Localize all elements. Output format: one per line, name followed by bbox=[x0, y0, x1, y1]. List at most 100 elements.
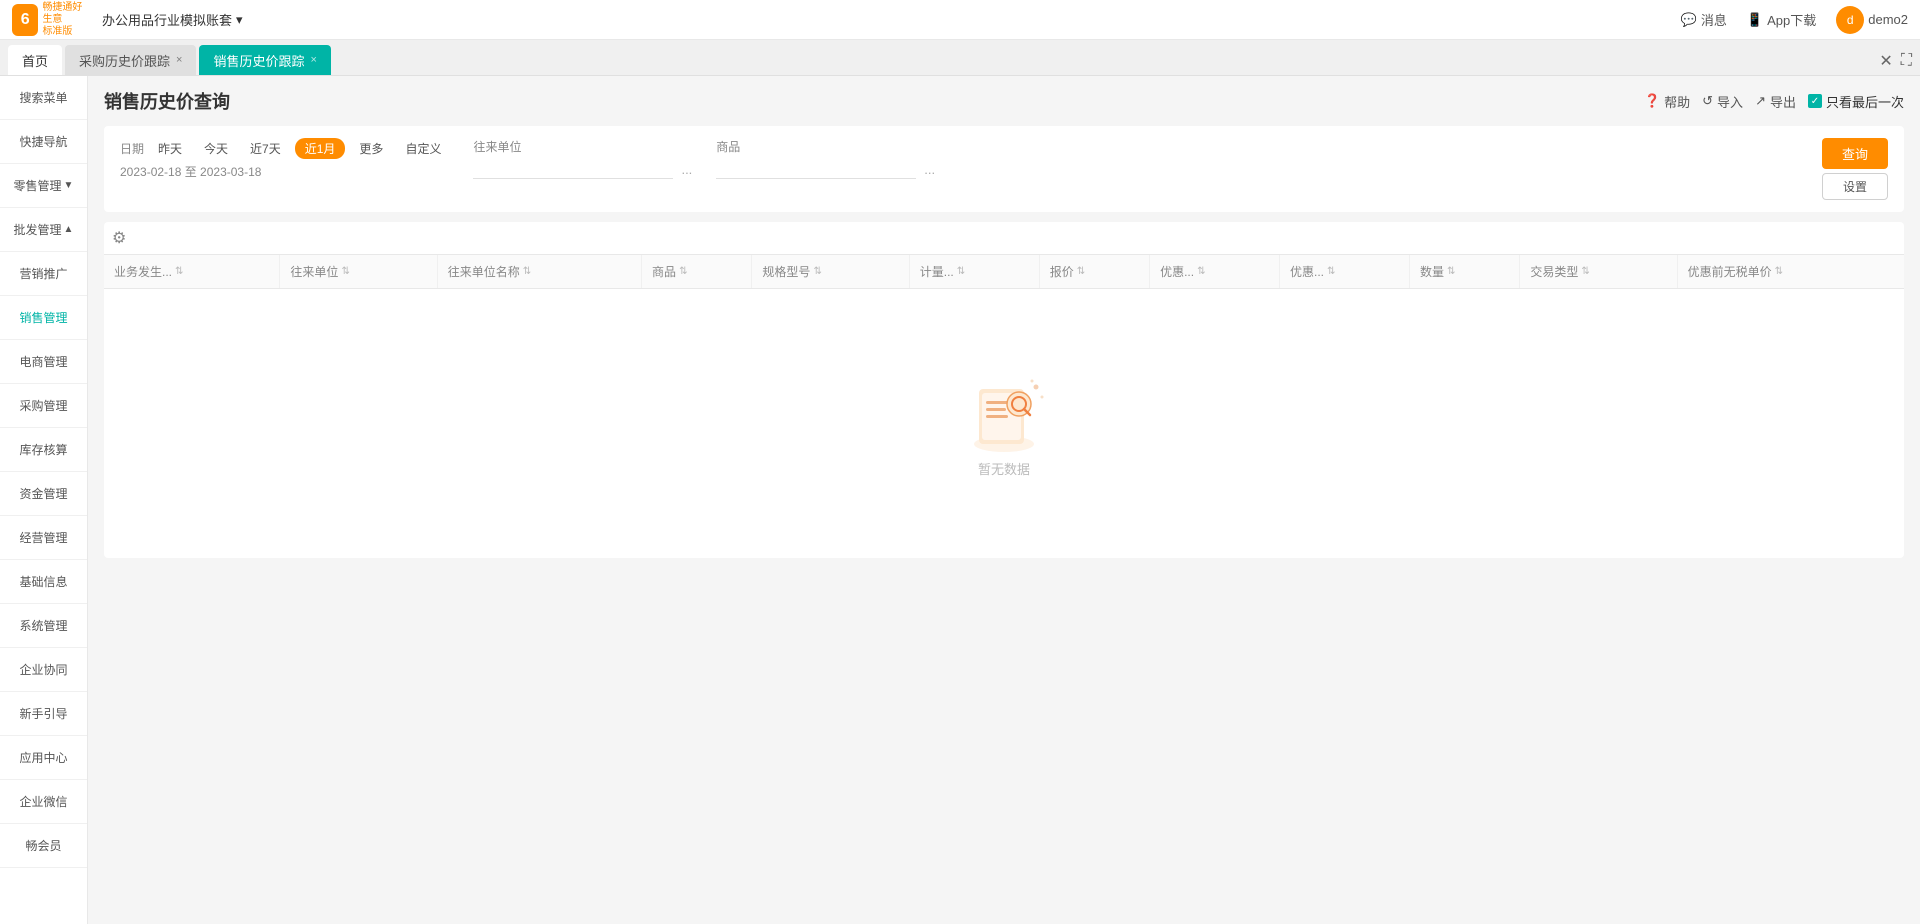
sort-icon: ⇅ bbox=[1775, 266, 1783, 277]
th-partner-name[interactable]: 往来单位名称 ⇅ bbox=[437, 255, 641, 289]
th-pretax-price[interactable]: 优惠前无税单价 ⇅ bbox=[1677, 255, 1904, 289]
sort-icon: ⇅ bbox=[813, 266, 821, 277]
sidebar-item-wholesale-mgmt[interactable]: 批发管理 ▲ bbox=[0, 208, 87, 252]
date-btn-custom[interactable]: 自定义 bbox=[397, 138, 449, 159]
sort-icon: ⇅ bbox=[1581, 266, 1589, 277]
sort-icon: ⇅ bbox=[175, 266, 183, 277]
date-filter-label: 日期 bbox=[120, 140, 144, 157]
date-filter-group: 日期 昨天 今天 近7天 近1月 更多 自定义 2023-02-18 至 202… bbox=[120, 138, 449, 180]
account-dropdown[interactable]: 办公用品行业模拟账套 ▾ bbox=[92, 10, 1681, 29]
tab-sales-history-close[interactable]: × bbox=[310, 54, 316, 66]
sidebar-item-vip[interactable]: 畅会员 bbox=[0, 824, 87, 868]
th-discount2[interactable]: 优惠... ⇅ bbox=[1280, 255, 1410, 289]
sidebar: 搜索菜单 快捷导航 零售管理 ▼ 批发管理 ▲ 营销推广 销售管理 电商管理 采 bbox=[0, 76, 88, 924]
sidebar-item-enterprise[interactable]: 企业协同 bbox=[0, 648, 87, 692]
sidebar-item-search-menu[interactable]: 搜索菜单 bbox=[0, 76, 87, 120]
page-header: 销售历史价查询 ❓ 帮助 ↺ 导入 ↗ 导出 ✓ bbox=[104, 88, 1904, 114]
dropdown-selector[interactable]: 办公用品行业模拟账套 ▾ bbox=[102, 10, 247, 29]
tab-bar: 首页 采购历史价跟踪 × 销售历史价跟踪 × ✕ ⛶ bbox=[0, 40, 1920, 76]
th-biz-date[interactable]: 业务发生... ⇅ bbox=[104, 255, 280, 289]
product-filter-group: 商品 ... bbox=[716, 138, 935, 179]
sort-icon: ⇅ bbox=[1077, 266, 1085, 277]
date-btn-last7days[interactable]: 近7天 bbox=[242, 138, 289, 159]
sidebar-item-finance[interactable]: 资金管理 bbox=[0, 472, 87, 516]
only-latest-checkbox[interactable]: ✓ 只看最后一次 bbox=[1808, 92, 1904, 111]
th-spec[interactable]: 规格型号 ⇅ bbox=[752, 255, 909, 289]
sidebar-item-purchase-mgmt[interactable]: 采购管理 bbox=[0, 384, 87, 428]
chevron-down-icon: ▾ bbox=[236, 12, 243, 28]
table-header-row: 业务发生... ⇅ 往来单位 ⇅ bbox=[104, 255, 1904, 289]
filter-actions: 查询 设置 bbox=[1822, 138, 1888, 200]
fullscreen-icon[interactable]: ⛶ bbox=[1901, 52, 1912, 70]
product-input-group: ... bbox=[716, 159, 935, 179]
sidebar-item-enterprise-wechat[interactable]: 企业微信 bbox=[0, 780, 87, 824]
tab-home[interactable]: 首页 bbox=[8, 45, 62, 75]
sidebar-item-retail-mgmt[interactable]: 零售管理 ▼ bbox=[0, 164, 87, 208]
query-button[interactable]: 查询 bbox=[1822, 138, 1888, 169]
date-btn-today[interactable]: 今天 bbox=[196, 138, 236, 159]
sort-icon: ⇅ bbox=[1197, 266, 1205, 277]
help-button[interactable]: ❓ 帮助 bbox=[1644, 92, 1690, 111]
th-trade-type[interactable]: 交易类型 ⇅ bbox=[1520, 255, 1677, 289]
tab-purchase-history[interactable]: 采购历史价跟踪 × bbox=[65, 45, 196, 75]
sidebar-item-quick-nav[interactable]: 快捷导航 bbox=[0, 120, 87, 164]
import-button[interactable]: ↺ 导入 bbox=[1702, 92, 1743, 111]
user-profile-button[interactable]: d demo2 bbox=[1836, 6, 1908, 34]
page-actions: ❓ 帮助 ↺ 导入 ↗ 导出 ✓ 只看最后一次 bbox=[1644, 92, 1904, 111]
tab-bar-controls: ✕ ⛶ bbox=[1879, 51, 1912, 75]
product-dots[interactable]: ... bbox=[924, 162, 935, 177]
th-qty[interactable]: 数量 ⇅ bbox=[1409, 255, 1519, 289]
export-button[interactable]: ↗ 导出 bbox=[1755, 92, 1796, 111]
import-icon: ↺ bbox=[1702, 93, 1713, 109]
sidebar-item-sales-mgmt[interactable]: 销售管理 bbox=[0, 296, 87, 340]
table-toolbar: ⚙ bbox=[104, 222, 1904, 255]
sidebar-item-basic-info[interactable]: 基础信息 bbox=[0, 560, 87, 604]
close-window-icon[interactable]: ✕ bbox=[1879, 51, 1892, 71]
product-filter-label: 商品 bbox=[716, 138, 935, 155]
data-table: 业务发生... ⇅ 往来单位 ⇅ bbox=[104, 255, 1904, 558]
sort-icon: ⇅ bbox=[341, 266, 349, 277]
tab-sales-history[interactable]: 销售历史价跟踪 × bbox=[199, 45, 330, 75]
empty-illustration bbox=[954, 369, 1054, 459]
avatar: d bbox=[1836, 6, 1864, 34]
help-icon: ❓ bbox=[1644, 93, 1660, 109]
settings-button[interactable]: 设置 bbox=[1822, 173, 1888, 200]
sort-icon: ⇅ bbox=[679, 266, 687, 277]
logo-icon: 6 bbox=[12, 4, 38, 36]
app-download-button[interactable]: 📱 App下载 bbox=[1747, 10, 1816, 29]
sort-icon: ⇅ bbox=[1327, 266, 1335, 277]
th-discount1[interactable]: 优惠... ⇅ bbox=[1150, 255, 1280, 289]
partner-filter-label: 往来单位 bbox=[473, 138, 692, 155]
message-button[interactable]: 💬 消息 bbox=[1681, 10, 1727, 29]
date-btn-more[interactable]: 更多 bbox=[351, 138, 391, 159]
product-input[interactable] bbox=[716, 159, 916, 179]
tab-purchase-history-close[interactable]: × bbox=[176, 54, 182, 66]
th-product[interactable]: 商品 ⇅ bbox=[642, 255, 752, 289]
main-layout: 搜索菜单 快捷导航 零售管理 ▼ 批发管理 ▲ 营销推广 销售管理 电商管理 采 bbox=[0, 76, 1920, 924]
sidebar-item-guide[interactable]: 新手引导 bbox=[0, 692, 87, 736]
th-partner-code[interactable]: 往来单位 ⇅ bbox=[280, 255, 437, 289]
chevron-up-icon: ▲ bbox=[64, 224, 74, 235]
empty-text: 暂无数据 bbox=[978, 459, 1030, 478]
sidebar-item-operations[interactable]: 经营管理 bbox=[0, 516, 87, 560]
sidebar-item-system[interactable]: 系统管理 bbox=[0, 604, 87, 648]
chevron-down-icon: ▼ bbox=[64, 180, 74, 191]
export-icon: ↗ bbox=[1755, 93, 1766, 109]
date-btn-last1month[interactable]: 近1月 bbox=[295, 138, 346, 159]
top-bar: 6 畅捷通好生意 标准版 办公用品行业模拟账套 ▾ 💬 消息 📱 App下载 d… bbox=[0, 0, 1920, 40]
sidebar-item-app-center[interactable]: 应用中心 bbox=[0, 736, 87, 780]
sidebar-item-marketing[interactable]: 营销推广 bbox=[0, 252, 87, 296]
table-settings-icon[interactable]: ⚙ bbox=[112, 228, 126, 248]
logo-area: 6 畅捷通好生意 标准版 bbox=[12, 2, 92, 38]
date-btn-yesterday[interactable]: 昨天 bbox=[150, 138, 190, 159]
partner-dots[interactable]: ... bbox=[681, 162, 692, 177]
sidebar-item-inventory[interactable]: 库存核算 bbox=[0, 428, 87, 472]
sidebar-item-ecommerce[interactable]: 电商管理 bbox=[0, 340, 87, 384]
filter-bar: 日期 昨天 今天 近7天 近1月 更多 自定义 2023-02-18 至 202… bbox=[104, 126, 1904, 212]
partner-input[interactable] bbox=[473, 159, 673, 179]
partner-input-group: ... bbox=[473, 159, 692, 179]
th-unit[interactable]: 计量... ⇅ bbox=[909, 255, 1039, 289]
checkbox-checked-icon: ✓ bbox=[1808, 94, 1822, 108]
th-price[interactable]: 报价 ⇅ bbox=[1039, 255, 1149, 289]
date-range-display: 2023-02-18 至 2023-03-18 bbox=[120, 163, 449, 180]
